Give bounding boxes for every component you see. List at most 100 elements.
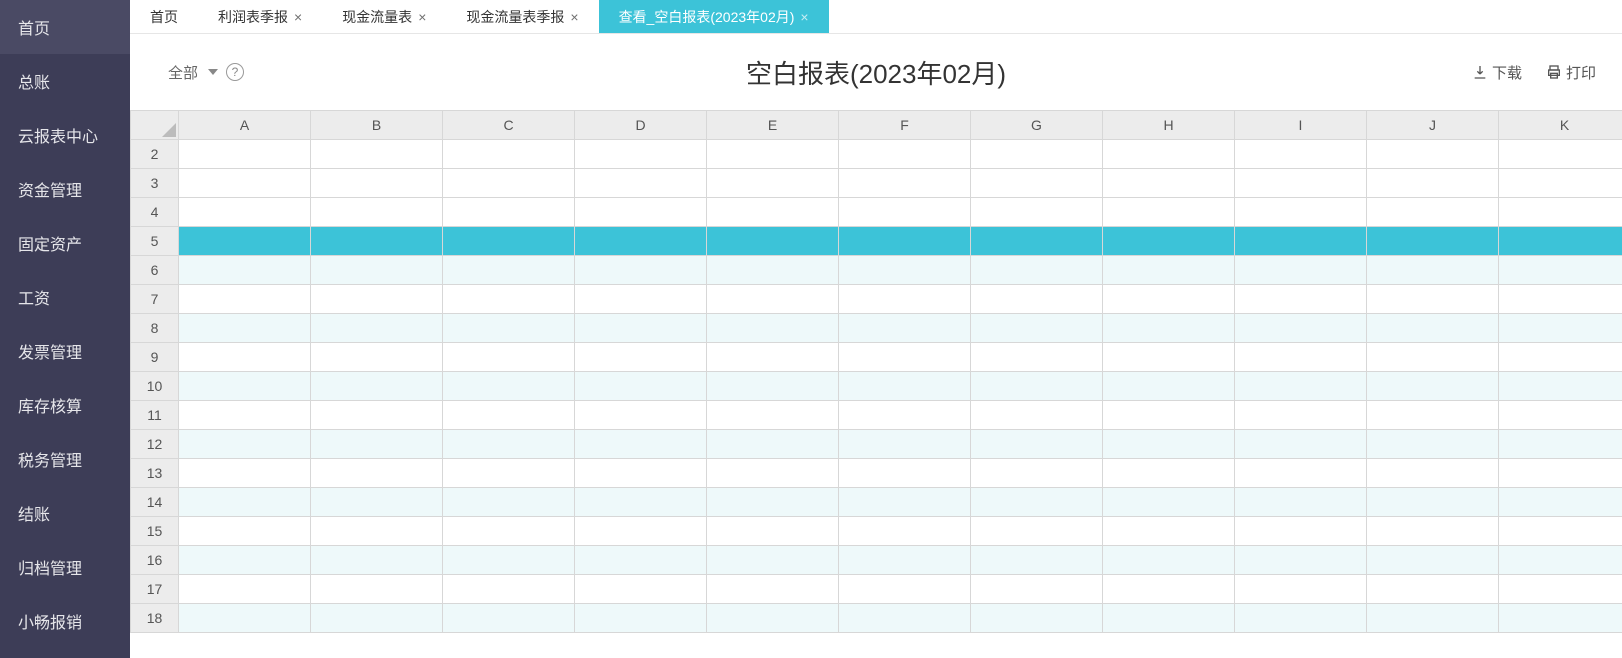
cell-J13[interactable] <box>1367 459 1499 488</box>
row-header-3[interactable]: 3 <box>131 169 179 198</box>
cell-K17[interactable] <box>1499 575 1622 604</box>
cell-I4[interactable] <box>1235 198 1367 227</box>
sidebar-item-11[interactable]: 小畅报销 <box>0 594 130 648</box>
cell-G13[interactable] <box>971 459 1103 488</box>
cell-A15[interactable] <box>179 517 311 546</box>
cell-A3[interactable] <box>179 169 311 198</box>
cell-J17[interactable] <box>1367 575 1499 604</box>
cell-E18[interactable] <box>707 604 839 633</box>
cell-I8[interactable] <box>1235 314 1367 343</box>
spreadsheet[interactable]: ABCDEFGHIJK23456789101112131415161718 <box>130 110 1622 658</box>
cell-B5[interactable] <box>311 227 443 256</box>
cell-A7[interactable] <box>179 285 311 314</box>
cell-B18[interactable] <box>311 604 443 633</box>
cell-J9[interactable] <box>1367 343 1499 372</box>
cell-J11[interactable] <box>1367 401 1499 430</box>
filter-label[interactable]: 全部 <box>168 62 198 83</box>
cell-D14[interactable] <box>575 488 707 517</box>
cell-C11[interactable] <box>443 401 575 430</box>
cell-H3[interactable] <box>1103 169 1235 198</box>
cell-F13[interactable] <box>839 459 971 488</box>
cell-G2[interactable] <box>971 140 1103 169</box>
cell-I2[interactable] <box>1235 140 1367 169</box>
column-header-G[interactable]: G <box>971 111 1103 140</box>
cell-A10[interactable] <box>179 372 311 401</box>
row-header-15[interactable]: 15 <box>131 517 179 546</box>
cell-C8[interactable] <box>443 314 575 343</box>
cell-F8[interactable] <box>839 314 971 343</box>
cell-D12[interactable] <box>575 430 707 459</box>
cell-H17[interactable] <box>1103 575 1235 604</box>
cell-H14[interactable] <box>1103 488 1235 517</box>
cell-I10[interactable] <box>1235 372 1367 401</box>
cell-F10[interactable] <box>839 372 971 401</box>
cell-K5[interactable] <box>1499 227 1622 256</box>
cell-I3[interactable] <box>1235 169 1367 198</box>
close-icon[interactable]: × <box>570 10 578 24</box>
column-header-H[interactable]: H <box>1103 111 1235 140</box>
row-header-12[interactable]: 12 <box>131 430 179 459</box>
cell-K2[interactable] <box>1499 140 1622 169</box>
cell-I14[interactable] <box>1235 488 1367 517</box>
cell-A4[interactable] <box>179 198 311 227</box>
cell-F14[interactable] <box>839 488 971 517</box>
cell-F4[interactable] <box>839 198 971 227</box>
cell-B10[interactable] <box>311 372 443 401</box>
cell-D6[interactable] <box>575 256 707 285</box>
cell-E4[interactable] <box>707 198 839 227</box>
row-header-18[interactable]: 18 <box>131 604 179 633</box>
cell-F11[interactable] <box>839 401 971 430</box>
cell-J2[interactable] <box>1367 140 1499 169</box>
cell-C4[interactable] <box>443 198 575 227</box>
cell-K18[interactable] <box>1499 604 1622 633</box>
cell-H4[interactable] <box>1103 198 1235 227</box>
cell-E12[interactable] <box>707 430 839 459</box>
cell-A16[interactable] <box>179 546 311 575</box>
cell-K14[interactable] <box>1499 488 1622 517</box>
cell-B14[interactable] <box>311 488 443 517</box>
cell-J18[interactable] <box>1367 604 1499 633</box>
row-header-7[interactable]: 7 <box>131 285 179 314</box>
row-header-17[interactable]: 17 <box>131 575 179 604</box>
cell-F2[interactable] <box>839 140 971 169</box>
cell-K6[interactable] <box>1499 256 1622 285</box>
cell-E9[interactable] <box>707 343 839 372</box>
cell-E6[interactable] <box>707 256 839 285</box>
cell-B13[interactable] <box>311 459 443 488</box>
cell-K12[interactable] <box>1499 430 1622 459</box>
cell-H8[interactable] <box>1103 314 1235 343</box>
cell-I15[interactable] <box>1235 517 1367 546</box>
cell-B16[interactable] <box>311 546 443 575</box>
cell-D11[interactable] <box>575 401 707 430</box>
cell-J10[interactable] <box>1367 372 1499 401</box>
cell-D2[interactable] <box>575 140 707 169</box>
cell-G8[interactable] <box>971 314 1103 343</box>
cell-K4[interactable] <box>1499 198 1622 227</box>
cell-D18[interactable] <box>575 604 707 633</box>
cell-G11[interactable] <box>971 401 1103 430</box>
sidebar-item-4[interactable]: 固定资产 <box>0 216 130 270</box>
row-header-13[interactable]: 13 <box>131 459 179 488</box>
cell-H16[interactable] <box>1103 546 1235 575</box>
cell-J12[interactable] <box>1367 430 1499 459</box>
cell-K3[interactable] <box>1499 169 1622 198</box>
column-header-K[interactable]: K <box>1499 111 1622 140</box>
cell-E5[interactable] <box>707 227 839 256</box>
cell-F18[interactable] <box>839 604 971 633</box>
cell-H15[interactable] <box>1103 517 1235 546</box>
cell-J15[interactable] <box>1367 517 1499 546</box>
cell-E15[interactable] <box>707 517 839 546</box>
cell-K16[interactable] <box>1499 546 1622 575</box>
cell-D7[interactable] <box>575 285 707 314</box>
cell-K8[interactable] <box>1499 314 1622 343</box>
cell-B11[interactable] <box>311 401 443 430</box>
sidebar-item-6[interactable]: 发票管理 <box>0 324 130 378</box>
download-button[interactable]: 下载 <box>1472 62 1522 83</box>
row-header-6[interactable]: 6 <box>131 256 179 285</box>
cell-C13[interactable] <box>443 459 575 488</box>
cell-E13[interactable] <box>707 459 839 488</box>
cell-E17[interactable] <box>707 575 839 604</box>
sidebar-item-3[interactable]: 资金管理 <box>0 162 130 216</box>
cell-K10[interactable] <box>1499 372 1622 401</box>
cell-B12[interactable] <box>311 430 443 459</box>
